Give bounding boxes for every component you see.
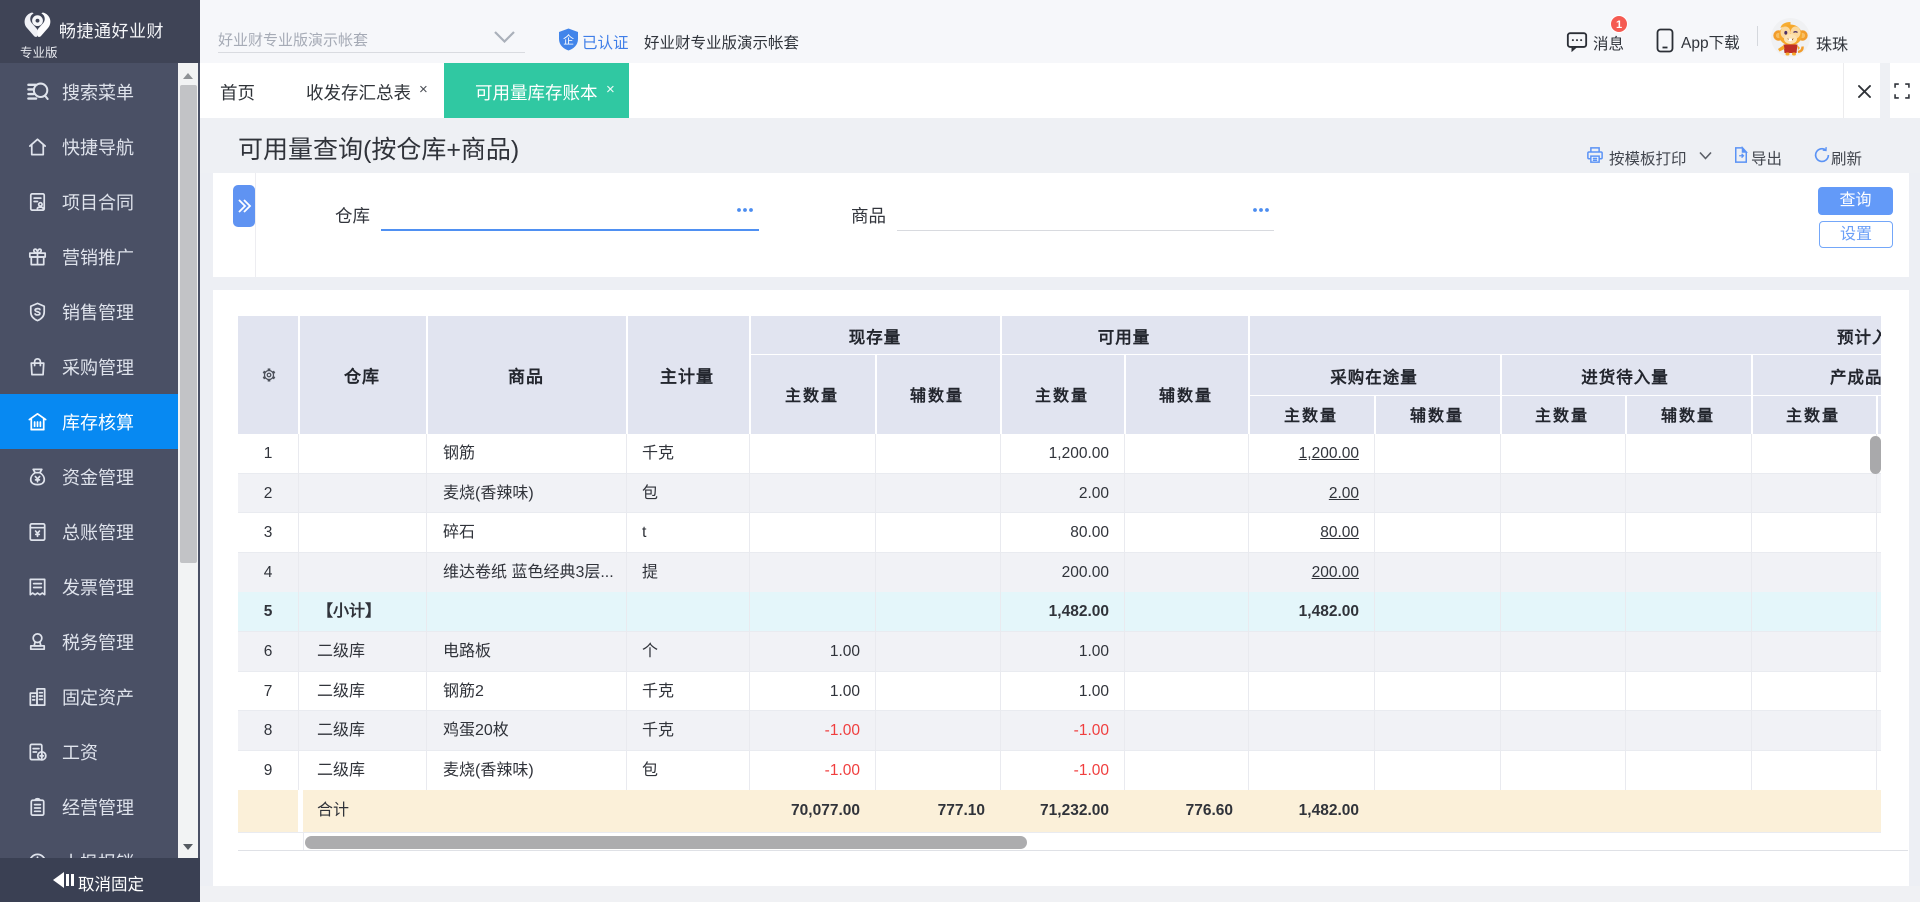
svg-text:企: 企 [563, 33, 574, 47]
